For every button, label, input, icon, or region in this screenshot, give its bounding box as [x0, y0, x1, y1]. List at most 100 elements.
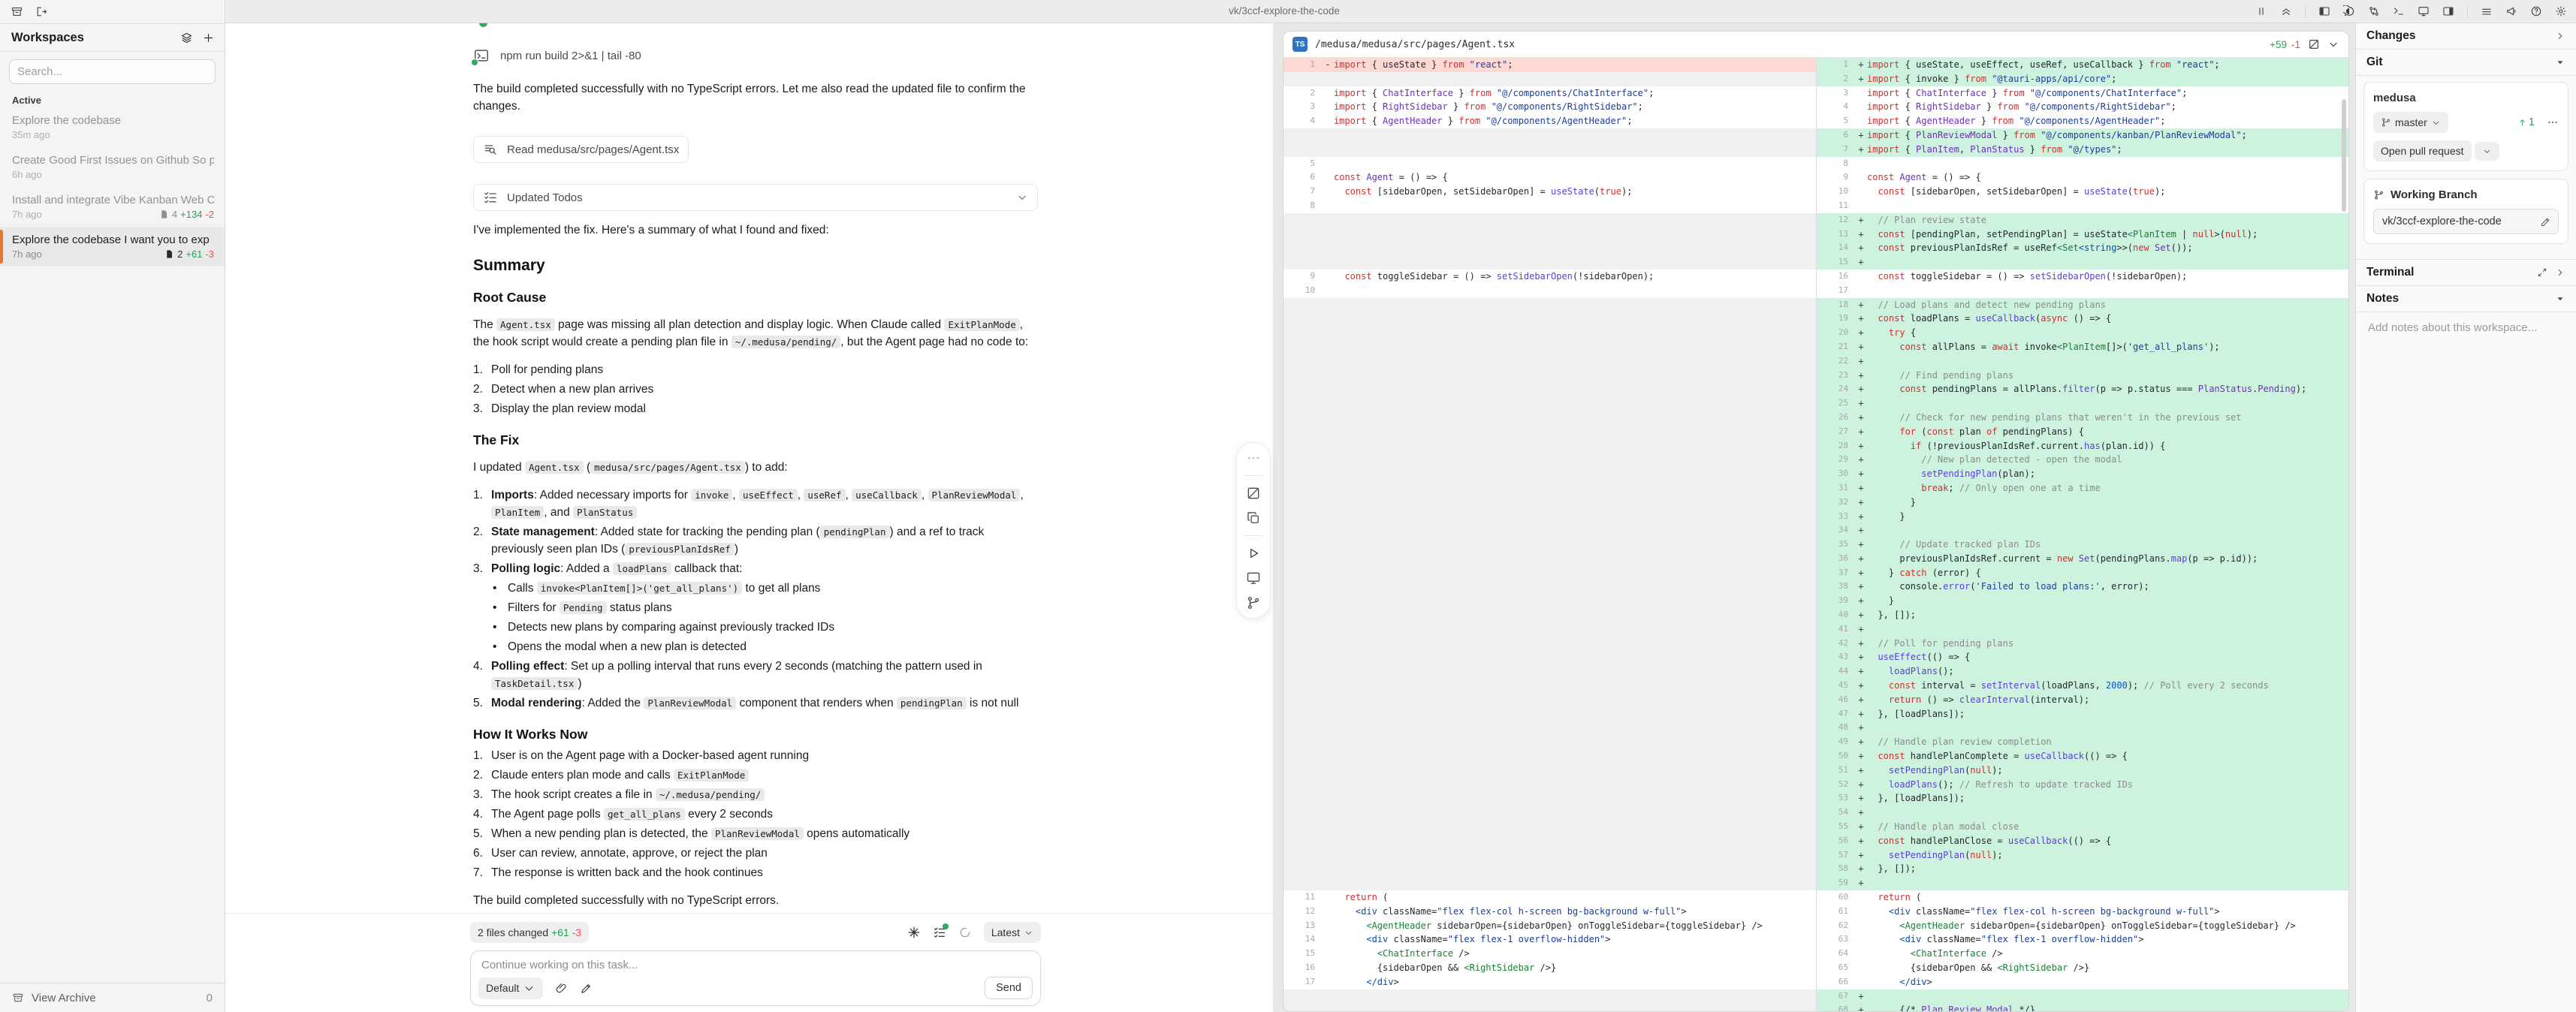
section-notes[interactable]: Notes — [2356, 286, 2576, 312]
list-item: 3.Polling logic: Added a loadPlans callb… — [473, 560, 1038, 577]
pause-icon[interactable] — [2255, 5, 2267, 17]
inline-code: PlanItem — [491, 506, 544, 519]
diff-scrollbar-thumb[interactable] — [2342, 99, 2346, 212]
pen-icon[interactable] — [580, 982, 593, 995]
more-icon[interactable] — [1246, 450, 1261, 465]
diff-view-icon[interactable] — [2308, 38, 2320, 50]
assistant-paragraph: The build completed successfully with no… — [473, 892, 1038, 909]
diff-row: 34+ — [1283, 523, 2348, 538]
message-input-box[interactable]: Default Send — [470, 950, 1041, 1006]
section-changes[interactable]: Changes — [2356, 23, 2576, 50]
git-label: Git — [2366, 56, 2383, 69]
tool-call-chip[interactable]: Read medusa/src/pages/Agent.tsx — [473, 136, 689, 163]
working-branch-field[interactable] — [2373, 209, 2559, 234]
diff-row: 4import { AgentHeader } from "@/componen… — [1283, 114, 2348, 128]
pr-dropdown-button[interactable] — [2475, 142, 2499, 161]
diff-row: 47+ }, [loadPlans]); — [1283, 707, 2348, 721]
diff-row: 13+ const [pendingPlan, setPendingPlan] … — [1283, 227, 2348, 242]
tool-call-row[interactable]: npm run build 2>&1 | tail -80 — [473, 47, 1038, 64]
collapsible-label: Updated Todos — [507, 191, 583, 204]
copy-icon[interactable] — [1246, 511, 1261, 526]
model-select[interactable]: Default — [478, 977, 543, 999]
chevron-down-icon[interactable] — [2327, 38, 2339, 50]
diff-row: 43+ useEffect(() => { — [1283, 650, 2348, 664]
view-archive-button[interactable]: View Archive 0 — [0, 983, 225, 1012]
diff-row: 18+ // Load plans and detect new pending… — [1283, 298, 2348, 312]
version-select[interactable]: Latest — [984, 922, 1041, 943]
typescript-badge: TS — [1293, 37, 1308, 52]
settings-icon[interactable] — [2555, 5, 2567, 17]
ordered-list: 1.Imports: Added necessary imports for i… — [473, 486, 1038, 712]
inline-code: PlanReviewModal — [711, 827, 804, 840]
git-branch-icon — [2373, 189, 2384, 200]
assistant-paragraph: The Agent.tsx page was missing all plan … — [473, 316, 1038, 351]
tool-call-label: Read medusa/src/pages/Agent.tsx — [507, 143, 679, 156]
list-item: •Detects new plans by comparing against … — [473, 619, 1038, 636]
open-pr-button[interactable]: Open pull request — [2373, 140, 2472, 161]
notes-placeholder[interactable]: Add notes about this workspace... — [2356, 312, 2576, 343]
inline-code: ~/.medusa/pending/ — [731, 336, 840, 348]
spark-icon[interactable] — [907, 926, 921, 939]
send-button[interactable]: Send — [985, 977, 1033, 999]
expand-icon[interactable] — [2537, 267, 2547, 278]
diff-row: 17 </div>66 </div> — [1283, 975, 2348, 989]
todos-button[interactable] — [933, 926, 946, 939]
diff-row: 38+ console.error('Failed to load plans:… — [1283, 580, 2348, 594]
layers-icon[interactable] — [180, 32, 193, 44]
composer: 2 files changed +61 -3 — [225, 913, 1273, 1012]
monitor-icon[interactable] — [1246, 571, 1261, 586]
diff-file-header[interactable]: TS /medusa/medusa/src/pages/Agent.tsx +5… — [1283, 32, 2348, 58]
assistant-paragraph: I've implemented the fix. Here's a summa… — [473, 221, 1038, 239]
inline-code: Agent.tsx — [496, 318, 555, 331]
search-input[interactable] — [9, 59, 216, 84]
view-archive-label: View Archive — [32, 992, 96, 1004]
workspace-item[interactable]: Install and integrate Vibe Kanban Web C … — [0, 187, 225, 227]
section-heading: Summary — [473, 257, 1038, 275]
section-git[interactable]: Git — [2356, 50, 2576, 76]
list-item: 3.The hook script creates a file in ~/.m… — [473, 786, 1038, 803]
monitor-icon[interactable] — [2418, 5, 2430, 17]
diff-ic-icon[interactable] — [1246, 486, 1261, 501]
help-icon[interactable] — [2530, 5, 2542, 17]
diff-row: 58 — [1283, 157, 2348, 171]
changes-label: Changes — [2366, 29, 2415, 43]
working-branch-input[interactable] — [2381, 215, 2540, 228]
collapse-icon[interactable] — [2280, 5, 2292, 17]
chat-bubble-icon[interactable] — [2343, 5, 2355, 17]
triangle-down-icon — [2555, 294, 2565, 304]
chevron-right-icon — [2555, 267, 2565, 278]
panel-left-icon[interactable] — [2318, 5, 2330, 17]
git-compare-icon[interactable] — [2368, 5, 2380, 17]
edit-pencil-icon[interactable] — [2540, 216, 2551, 227]
workspace-item[interactable]: Explore the codebase I want you to exp 7… — [0, 227, 225, 267]
files-changed-chip[interactable]: 2 files changed +61 -3 — [470, 922, 589, 943]
plus-icon[interactable] — [202, 32, 215, 44]
branch-select[interactable]: master — [2373, 112, 2448, 133]
workspace-item[interactable]: Create Good First Issues on Github So p … — [0, 147, 225, 187]
diff-row: 811 — [1283, 199, 2348, 213]
inline-code: useCallback — [852, 489, 922, 501]
more-options-icon[interactable] — [2547, 116, 2559, 128]
diff-row: 54+ — [1283, 806, 2348, 820]
todos-collapsible[interactable]: Updated Todos — [473, 184, 1038, 211]
inline-code: invoke<PlanItem[]>('get_all_plans') — [537, 582, 742, 595]
diff-row: 41+ — [1283, 622, 2348, 637]
read-icon — [483, 142, 498, 157]
sign-out-icon[interactable] — [35, 5, 48, 18]
workspace-item[interactable]: Explore the codebase 35m ago — [0, 107, 225, 147]
git-branch-icon[interactable] — [1246, 595, 1261, 610]
version-label: Latest — [991, 926, 1020, 938]
play-icon[interactable] — [1246, 546, 1261, 561]
diff-row: 9 const toggleSidebar = () => setSidebar… — [1283, 270, 2348, 284]
diff-added-count: +59 — [2270, 39, 2287, 50]
chat-scroll-area[interactable]: npm run build 2>&1 | tail -80 The build c… — [225, 23, 1273, 914]
terminal-sm-icon[interactable] — [2393, 5, 2405, 17]
attach-icon[interactable] — [555, 982, 568, 995]
archive-icon[interactable] — [11, 5, 23, 18]
menu-icon[interactable] — [2481, 5, 2493, 17]
status-dot — [471, 59, 478, 66]
diff-file-path: /medusa/medusa/src/pages/Agent.tsx — [1315, 39, 1515, 50]
section-terminal[interactable]: Terminal — [2356, 259, 2576, 286]
panel-right-icon[interactable] — [2442, 5, 2454, 17]
megaphone-icon[interactable] — [2505, 5, 2517, 17]
